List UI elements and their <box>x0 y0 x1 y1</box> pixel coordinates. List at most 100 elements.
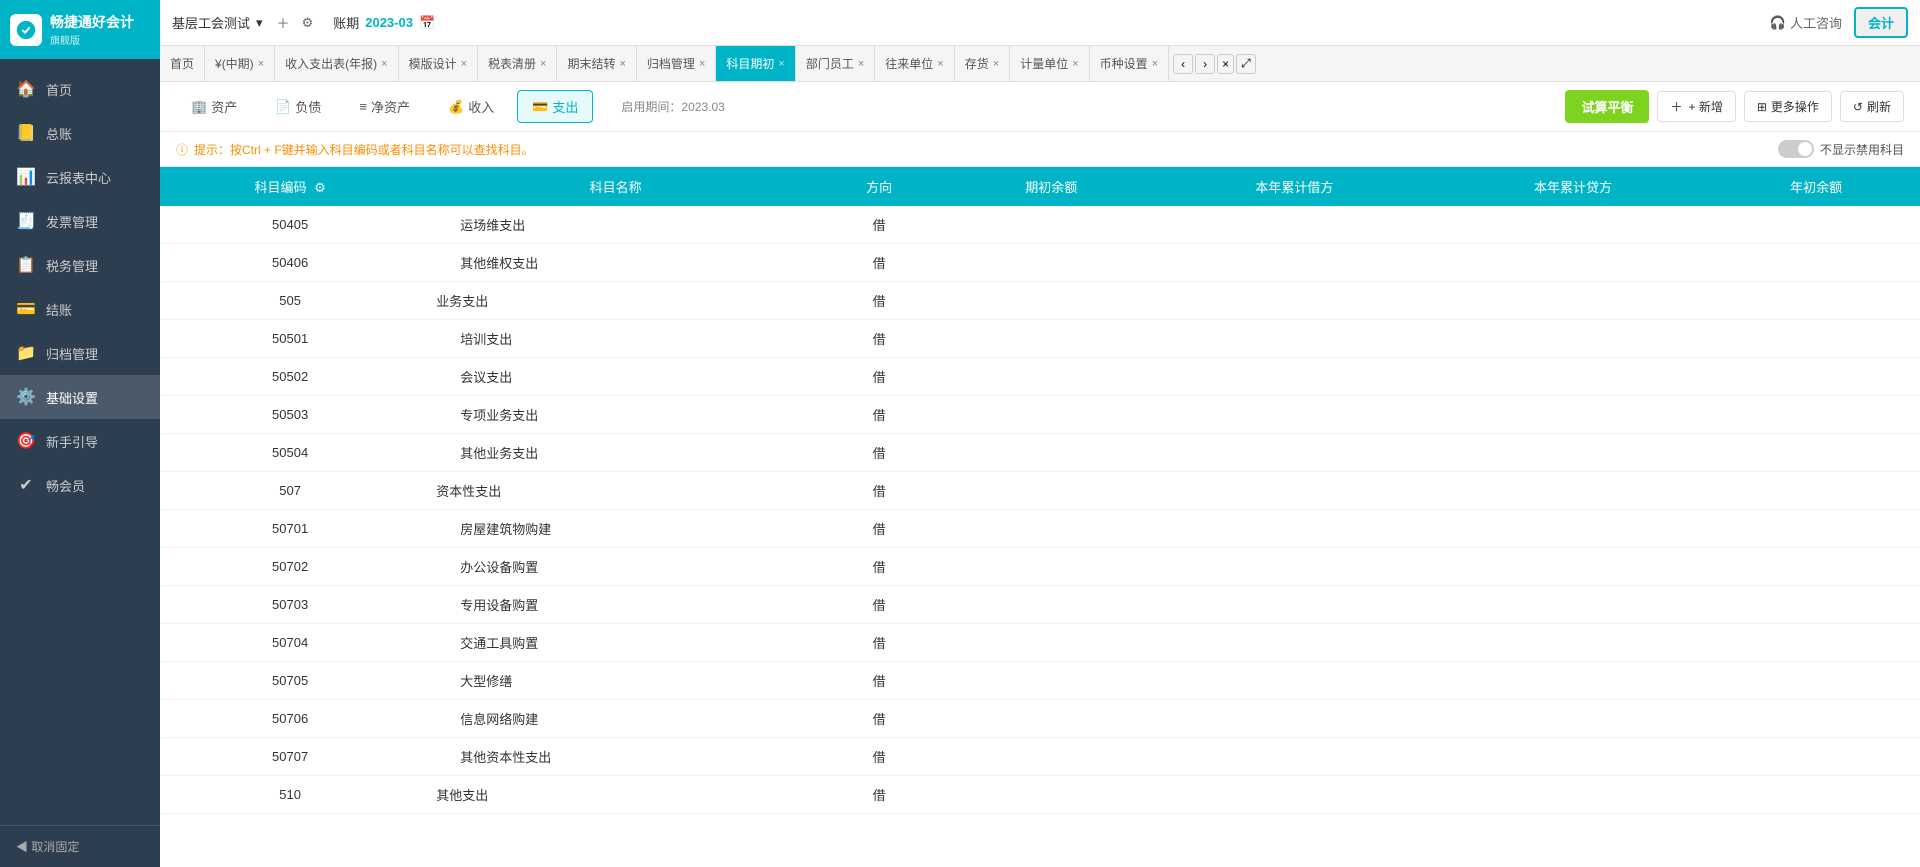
tab-department-label: 部门员工 <box>806 55 854 72</box>
tab-period-end[interactable]: 期末结转 × <box>557 46 636 82</box>
table-row[interactable]: 50504其他业务支出借 <box>160 434 1920 472</box>
tab-subject-close[interactable]: × <box>778 58 784 70</box>
table-row[interactable]: 50703专用设备购置借 <box>160 586 1920 624</box>
accountant-button[interactable]: 会计 <box>1854 7 1908 38</box>
sidebar-label-settings: 基础设置 <box>46 388 98 407</box>
more-icon: ⊞ <box>1757 100 1767 114</box>
more-button[interactable]: ⊞ 更多操作 <box>1744 91 1832 122</box>
toggle-container: 不显示禁用科目 <box>1778 140 1904 158</box>
tab-subject-period[interactable]: 科目期初 × <box>716 46 795 82</box>
home-icon: 🏠 <box>16 79 36 99</box>
sidebar-footer-collapse[interactable]: ◀ 取消固定 <box>0 825 160 867</box>
table-row[interactable]: 50707其他资本性支出借 <box>160 738 1920 776</box>
tab-unit-close[interactable]: × <box>1072 58 1078 70</box>
tab-contacts-label: 往来单位 <box>885 55 933 72</box>
tab-department-close[interactable]: × <box>858 58 864 70</box>
tab-archive[interactable]: 归档管理 × <box>637 46 716 82</box>
topbar: 基层工会测试 ▾ ＋ ⚙ 账期 2023-03 📅 🎧 人工咨询 会计 <box>160 0 1920 46</box>
table-body: 50405运场维支出借50406其他维权支出借505业务支出借50501培训支出… <box>160 206 1920 814</box>
subtab-expenditure[interactable]: 💳 支出 <box>517 90 593 123</box>
subtab-income[interactable]: 💰 收入 <box>433 90 509 123</box>
table-row[interactable]: 50405运场维支出借 <box>160 206 1920 244</box>
tab-inventory-close[interactable]: × <box>993 58 999 70</box>
tab-currency-close[interactable]: × <box>1152 58 1158 70</box>
table-row[interactable]: 50406其他维权支出借 <box>160 244 1920 282</box>
consult-button[interactable]: 🎧 人工咨询 <box>1770 13 1842 32</box>
disable-toggle[interactable] <box>1778 140 1814 158</box>
hint-text: ⓘ 提示：按Ctrl + F键并输入科目编码或者科目名称可以查找科目。 <box>176 141 1768 158</box>
reports-icon: 📊 <box>16 167 36 187</box>
table-row[interactable]: 510其他支出借 <box>160 776 1920 814</box>
sidebar-item-reports[interactable]: 📊 云报表中心 <box>0 155 160 199</box>
add-company-icon[interactable]: ＋ <box>277 13 290 32</box>
tab-contacts-close[interactable]: × <box>937 58 943 70</box>
tab-contacts[interactable]: 往来单位 × <box>875 46 954 82</box>
tab-taxform-close[interactable]: × <box>540 58 546 70</box>
tab-next-button[interactable]: › <box>1195 54 1215 74</box>
tab-template[interactable]: 模版设计 × <box>399 46 478 82</box>
col-direction: 方向 <box>811 167 948 206</box>
table-row[interactable]: 50502会议支出借 <box>160 358 1920 396</box>
subtab-asset[interactable]: 🏢 资产 <box>176 90 252 123</box>
checkout-icon: 💳 <box>16 299 36 319</box>
table-row[interactable]: 50702办公设备购置借 <box>160 548 1920 586</box>
tab-department[interactable]: 部门员工 × <box>796 46 875 82</box>
period-info: 启用期间：2023.03 <box>621 98 724 115</box>
subtab-liability-label: 负债 <box>295 97 321 116</box>
tab-template-close[interactable]: × <box>461 58 467 70</box>
sidebar-logo: 畅捷通好会计 旗舰版 <box>0 0 160 59</box>
subtabbar: 🏢 资产 📄 负债 ≡ 净资产 💰 收入 💳 支出 启用期间：2023.03 <box>160 82 1920 132</box>
tab-income-close[interactable]: × <box>381 58 387 70</box>
refresh-button[interactable]: ↺ 刷新 <box>1840 91 1904 122</box>
tab-expand-button[interactable]: ⤢ <box>1236 54 1256 74</box>
company-selector[interactable]: 基层工会测试 ▾ <box>172 13 263 32</box>
sidebar-footer-label: ◀ 取消固定 <box>16 838 79 855</box>
tab-income[interactable]: 收入支出表(年报) × <box>275 46 398 82</box>
tab-interim[interactable]: ¥(中期) × <box>205 46 275 82</box>
tab-archive-close[interactable]: × <box>699 58 705 70</box>
sidebar-item-archive[interactable]: 📁 归档管理 <box>0 331 160 375</box>
warning-icon: ⓘ <box>176 141 188 158</box>
balance-button[interactable]: 试算平衡 <box>1565 90 1649 123</box>
tab-unit[interactable]: 计量单位 × <box>1010 46 1089 82</box>
sidebar-item-tax[interactable]: 📋 税务管理 <box>0 243 160 287</box>
company-name: 基层工会测试 <box>172 13 250 32</box>
table-row[interactable]: 505业务支出借 <box>160 282 1920 320</box>
tab-home[interactable]: 首页 <box>160 46 205 82</box>
tab-template-label: 模版设计 <box>409 55 457 72</box>
table-row[interactable]: 50701房屋建筑物购建借 <box>160 510 1920 548</box>
tab-close-all-button[interactable]: × <box>1217 54 1234 74</box>
table-row[interactable]: 50503专项业务支出借 <box>160 396 1920 434</box>
tab-currency[interactable]: 币种设置 × <box>1090 46 1169 82</box>
sidebar: 畅捷通好会计 旗舰版 🏠 首页 📒 总账 📊 云报表中心 🧾 发票管理 📋 税务… <box>0 0 160 867</box>
tab-taxform[interactable]: 税表清册 × <box>478 46 557 82</box>
table-row[interactable]: 50706信息网络购建借 <box>160 700 1920 738</box>
sidebar-item-settings[interactable]: ⚙️ 基础设置 <box>0 375 160 419</box>
add-button[interactable]: ＋ + 新增 <box>1657 91 1735 122</box>
table-row[interactable]: 507资本性支出借 <box>160 472 1920 510</box>
calendar-icon[interactable]: 📅 <box>419 15 435 31</box>
sidebar-label-home: 首页 <box>46 80 72 99</box>
table-row[interactable]: 50704交通工具购置借 <box>160 624 1920 662</box>
hint-bar: ⓘ 提示：按Ctrl + F键并输入科目编码或者科目名称可以查找科目。 不显示禁… <box>160 132 1920 167</box>
sidebar-label-ledger: 总账 <box>46 124 72 143</box>
sidebar-item-member[interactable]: ✔ 畅会员 <box>0 463 160 507</box>
sidebar-item-guide[interactable]: 🎯 新手引导 <box>0 419 160 463</box>
sidebar-item-invoice[interactable]: 🧾 发票管理 <box>0 199 160 243</box>
sidebar-label-reports: 云报表中心 <box>46 168 111 187</box>
table-row[interactable]: 50705大型修缮借 <box>160 662 1920 700</box>
tab-inventory[interactable]: 存货 × <box>955 46 1010 82</box>
headset-icon: 🎧 <box>1770 15 1786 31</box>
income-icon: 💰 <box>448 99 464 115</box>
tab-prev-button[interactable]: ‹ <box>1173 54 1193 74</box>
tab-interim-close[interactable]: × <box>258 58 264 70</box>
subtab-net-asset[interactable]: ≡ 净资产 <box>344 90 425 123</box>
tab-period-end-close[interactable]: × <box>619 58 625 70</box>
settings-gear-icon[interactable]: ⚙ <box>302 15 314 31</box>
sidebar-item-ledger[interactable]: 📒 总账 <box>0 111 160 155</box>
subtab-liability[interactable]: 📄 负债 <box>260 90 336 123</box>
col-settings-icon[interactable]: ⚙ <box>314 180 326 195</box>
sidebar-item-home[interactable]: 🏠 首页 <box>0 67 160 111</box>
sidebar-item-checkout[interactable]: 💳 结账 <box>0 287 160 331</box>
table-row[interactable]: 50501培训支出借 <box>160 320 1920 358</box>
